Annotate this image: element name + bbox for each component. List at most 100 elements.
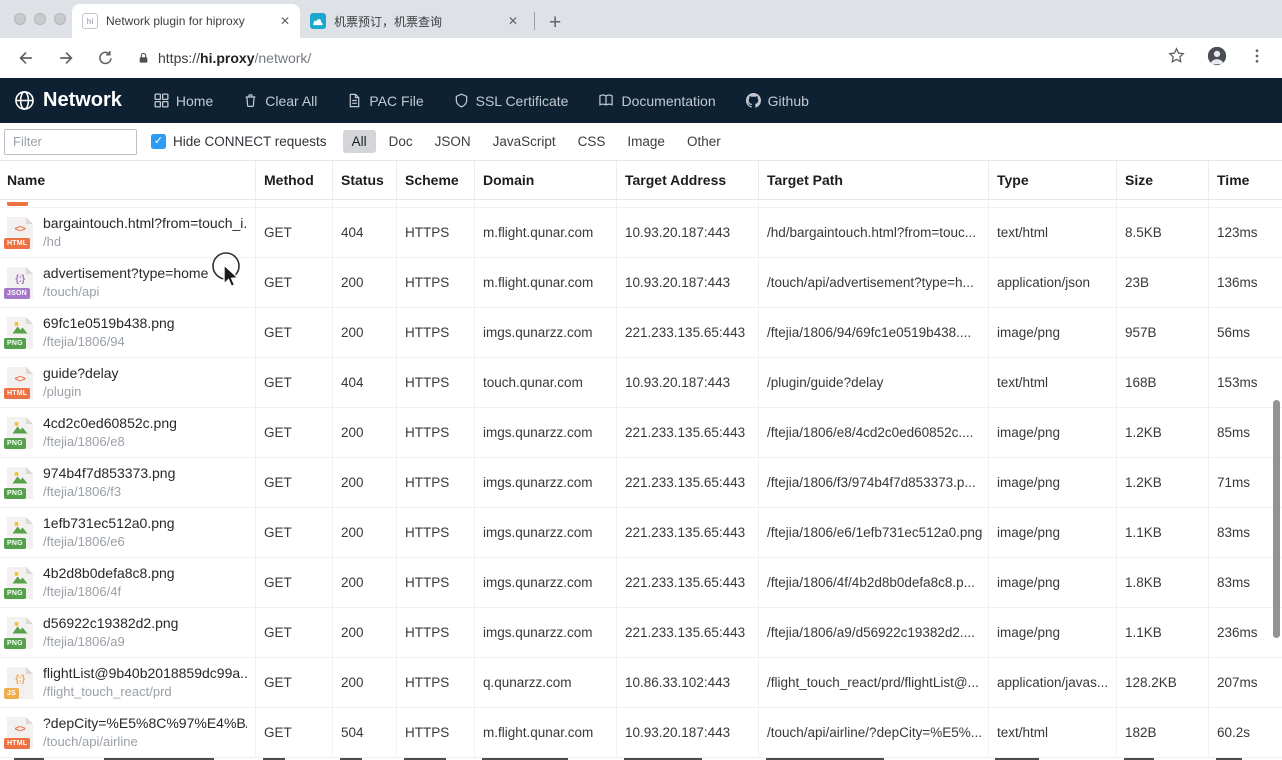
cell-status: 200 bbox=[332, 608, 396, 657]
filter-tab-image[interactable]: Image bbox=[618, 130, 674, 153]
cell-target-path: /plugin/guide?delay bbox=[758, 358, 988, 407]
bookmark-star-icon[interactable] bbox=[1167, 46, 1186, 70]
cell-status: 200 bbox=[332, 458, 396, 507]
nav-ssl-certificate[interactable]: SSL Certificate bbox=[454, 93, 569, 109]
browser-menu-icon[interactable] bbox=[1248, 47, 1266, 70]
file-icon: <> HTML bbox=[7, 217, 33, 249]
cell-target-path: /ftejia/1806/a9/d56922c19382d2.... bbox=[758, 608, 988, 657]
cell-type: application/json bbox=[988, 258, 1116, 307]
close-tab-icon[interactable]: ✕ bbox=[280, 15, 290, 27]
cell-domain: imgs.qunarzz.com bbox=[474, 408, 616, 457]
cell-size: 1.1KB bbox=[1116, 608, 1208, 657]
cell-name: <> HTML ?depCity=%E5%8C%97%E4%BA... /tou… bbox=[0, 708, 255, 757]
file-type-badge: PNG bbox=[4, 438, 26, 449]
url-text: https://hi.proxy/network/ bbox=[158, 50, 311, 66]
nav-home[interactable]: Home bbox=[154, 93, 213, 109]
hide-connect-checkbox[interactable]: ✓ bbox=[151, 134, 166, 149]
type-filter-tabs: All Doc JSON JavaScript CSS Image Other bbox=[343, 130, 730, 153]
nav-pac-file[interactable]: PAC File bbox=[347, 93, 423, 109]
table-row[interactable]: {:} JS flightList@9b40b2018859dc99a... /… bbox=[0, 658, 1282, 708]
cell-name: PNG 4cd2c0ed60852c.png /ftejia/1806/e8 bbox=[0, 408, 255, 457]
request-name: advertisement?type=home bbox=[43, 264, 208, 284]
app-logo[interactable]: Network bbox=[14, 89, 122, 112]
cell-time: 83ms bbox=[1208, 508, 1282, 557]
table-row[interactable]: PNG 4cd2c0ed60852c.png /ftejia/1806/e8 G… bbox=[0, 408, 1282, 458]
page-fold-icon bbox=[26, 217, 33, 224]
cell-method: GET bbox=[255, 708, 332, 757]
cell-domain: imgs.qunarzz.com bbox=[474, 608, 616, 657]
table-row[interactable]: {:} JSON advertisement?type=home /touch/… bbox=[0, 258, 1282, 308]
filter-tab-other[interactable]: Other bbox=[678, 130, 730, 153]
browser-tab-hiproxy[interactable]: hi Network plugin for hiproxy ✕ bbox=[72, 4, 300, 38]
reload-button[interactable] bbox=[96, 49, 115, 68]
close-window-button[interactable] bbox=[14, 13, 26, 25]
profile-avatar-icon[interactable] bbox=[1206, 45, 1228, 72]
cell-target-address: 221.233.135.65:443 bbox=[616, 508, 758, 557]
book-icon bbox=[598, 93, 614, 108]
github-icon bbox=[746, 93, 761, 108]
url-bar[interactable]: https://hi.proxy/network/ bbox=[137, 50, 311, 66]
filter-tab-all[interactable]: All bbox=[343, 130, 376, 153]
table-row[interactable]: <> HTML guide?delay /plugin GET 404 HTTP… bbox=[0, 358, 1282, 408]
window-controls[interactable] bbox=[14, 13, 66, 25]
cell-scheme: HTTPS bbox=[396, 458, 474, 507]
filter-tab-doc[interactable]: Doc bbox=[380, 130, 422, 153]
forward-button[interactable] bbox=[56, 48, 76, 68]
file-icon: PNG bbox=[7, 517, 33, 549]
table-row[interactable]: PNG d56922c19382d2.png /ftejia/1806/a9 G… bbox=[0, 608, 1282, 658]
browser-window: hi Network plugin for hiproxy ✕ 机票预订，机票查… bbox=[0, 0, 1282, 760]
grid-icon bbox=[154, 93, 169, 108]
request-path: /ftejia/1806/e8 bbox=[43, 433, 177, 451]
cell-scheme: HTTPS bbox=[396, 508, 474, 557]
cell-method: GET bbox=[255, 308, 332, 357]
table-row[interactable]: PNG 1efb731ec512a0.png /ftejia/1806/e6 G… bbox=[0, 508, 1282, 558]
cell-scheme: HTTPS bbox=[396, 408, 474, 457]
table-row[interactable]: PNG 4b2d8b0defa8c8.png /ftejia/1806/4f G… bbox=[0, 558, 1282, 608]
cell-domain: imgs.qunarzz.com bbox=[474, 558, 616, 607]
table-row[interactable]: PNG 69fc1e0519b438.png /ftejia/1806/94 G… bbox=[0, 308, 1282, 358]
cell-time: 123ms bbox=[1208, 208, 1282, 257]
file-icon-glyph: {:} bbox=[7, 274, 33, 285]
zoom-window-button[interactable] bbox=[54, 13, 66, 25]
table-row[interactable]: <> HTML ?depCity=%E5%8C%97%E4%BA... /tou… bbox=[0, 708, 1282, 758]
cell-status: 200 bbox=[332, 408, 396, 457]
minimize-window-button[interactable] bbox=[34, 13, 46, 25]
request-name: guide?delay bbox=[43, 364, 119, 384]
request-path: /ftejia/1806/94 bbox=[43, 333, 175, 351]
browser-tab-qunar[interactable]: 机票预订，机票查询 ✕ bbox=[300, 4, 528, 38]
file-icon: PNG bbox=[7, 567, 33, 599]
table-row[interactable]: PNG 974b4f7d853373.png /ftejia/1806/f3 G… bbox=[0, 458, 1282, 508]
cell-name: PNG d56922c19382d2.png /ftejia/1806/a9 bbox=[0, 608, 255, 657]
request-name: 1efb731ec512a0.png bbox=[43, 514, 175, 534]
request-name: d56922c19382d2.png bbox=[43, 614, 178, 634]
cell-target-address: 10.93.20.187:443 bbox=[616, 708, 758, 757]
new-tab-button[interactable]: + bbox=[541, 12, 569, 33]
back-button[interactable] bbox=[16, 48, 36, 68]
filter-tab-css[interactable]: CSS bbox=[569, 130, 615, 153]
nav-documentation[interactable]: Documentation bbox=[598, 93, 715, 109]
request-name: 974b4f7d853373.png bbox=[43, 464, 175, 484]
file-type-badge: HTML bbox=[4, 388, 30, 399]
request-path: /hd bbox=[43, 233, 247, 251]
table-row[interactable]: <> HTML bargaintouch.html?from=touch_i..… bbox=[0, 208, 1282, 258]
page-fold-icon bbox=[26, 367, 33, 374]
cell-scheme: HTTPS bbox=[396, 208, 474, 257]
cell-size: 8.5KB bbox=[1116, 208, 1208, 257]
cell-size: 957B bbox=[1116, 308, 1208, 357]
hide-connect-label[interactable]: Hide CONNECT requests bbox=[173, 134, 327, 149]
app-title: Network bbox=[43, 89, 122, 112]
cell-time: 236ms bbox=[1208, 608, 1282, 657]
filter-tab-javascript[interactable]: JavaScript bbox=[484, 130, 565, 153]
close-tab-icon[interactable]: ✕ bbox=[508, 15, 518, 27]
nav-clear-all[interactable]: Clear All bbox=[243, 93, 317, 109]
cell-type: text/html bbox=[988, 208, 1116, 257]
clipped-html-badge bbox=[7, 202, 28, 206]
scrollbar-thumb[interactable] bbox=[1273, 400, 1280, 638]
filter-tab-json[interactable]: JSON bbox=[426, 130, 480, 153]
filter-input[interactable] bbox=[4, 129, 137, 155]
column-header-name: Name bbox=[0, 161, 255, 199]
cell-domain: m.flight.qunar.com bbox=[474, 708, 616, 757]
nav-github[interactable]: Github bbox=[746, 93, 809, 109]
cell-scheme: HTTPS bbox=[396, 658, 474, 707]
file-icon: PNG bbox=[7, 467, 33, 499]
